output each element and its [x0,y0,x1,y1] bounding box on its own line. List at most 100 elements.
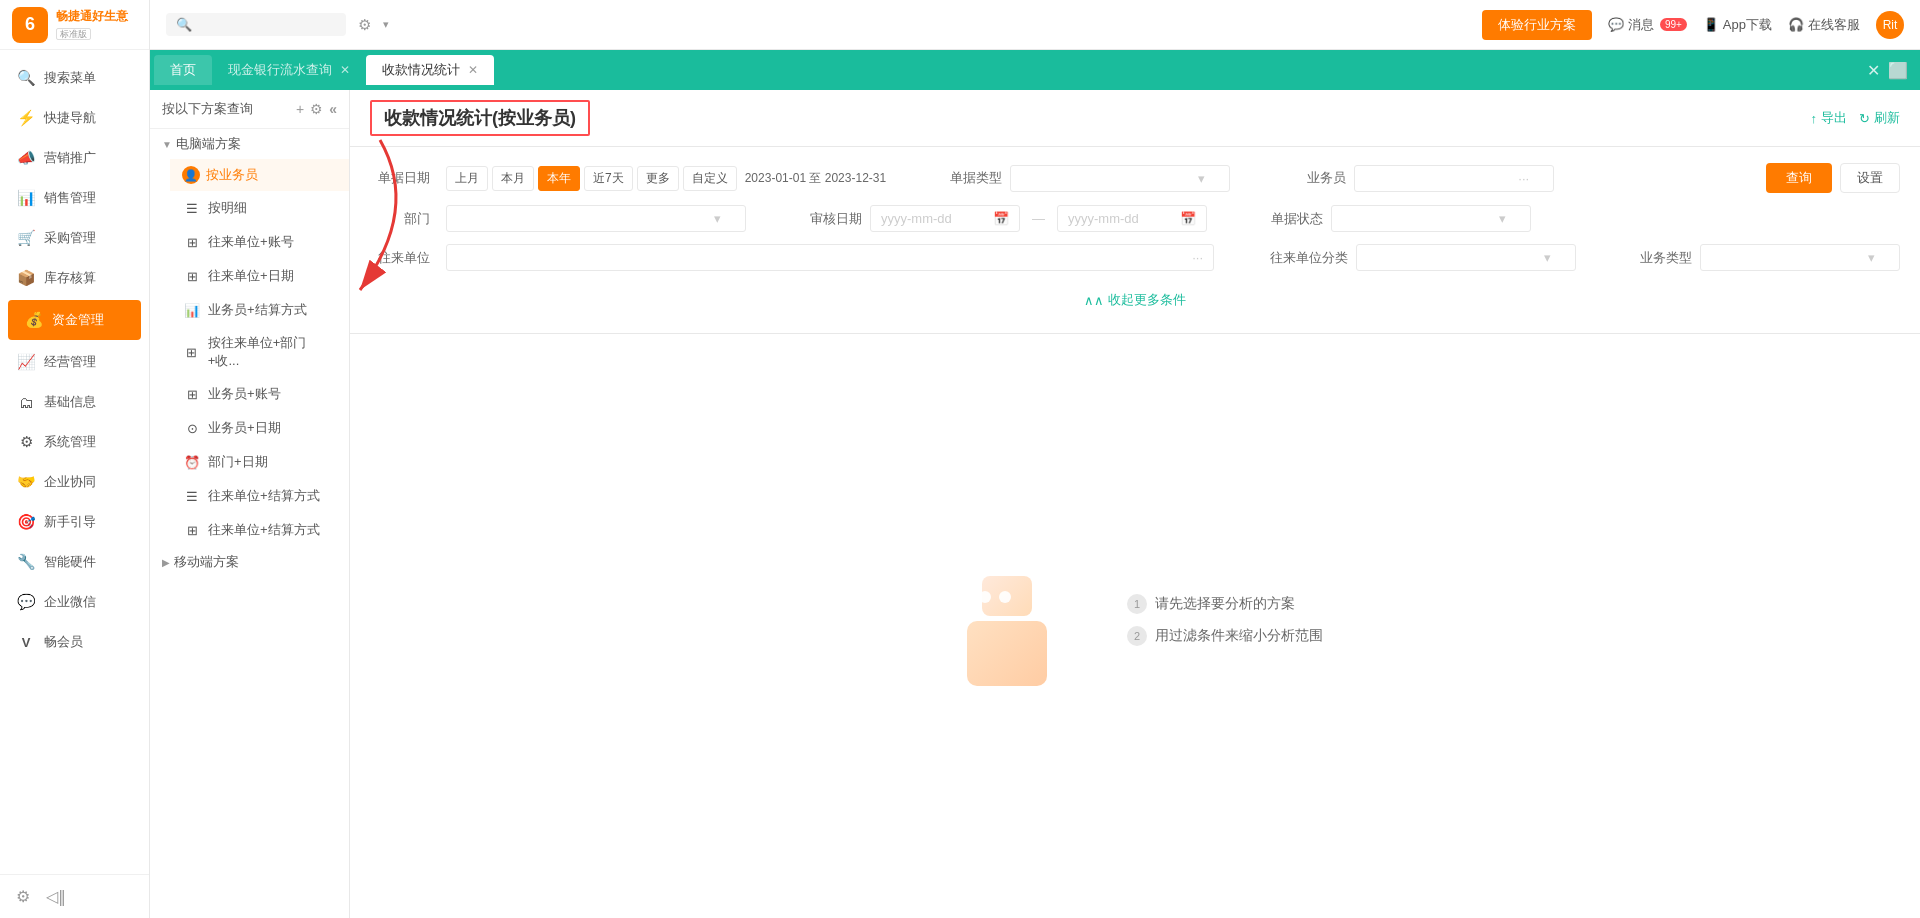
tree-item-unit-account[interactable]: ⊞ 往来单位+账号 [170,225,349,259]
topbar-dropdown-arrow[interactable]: ▾ [383,18,389,31]
step-num-1: 1 [1127,594,1147,614]
date-btn-7days[interactable]: 近7天 [584,166,633,191]
export-button[interactable]: ↑ 导出 [1811,109,1848,127]
sidebar-item-guide[interactable]: 🎯 新手引导 [0,502,149,542]
tree-label-unit-dept: 按往来单位+部门+收... [208,334,337,370]
tab-home[interactable]: 首页 [154,55,212,85]
tab-receivables-close[interactable]: ✕ [468,63,478,77]
review-date-end[interactable]: yyyy-mm-dd 📅 [1057,205,1207,232]
tree-item-detail[interactable]: ☰ 按明细 [170,191,349,225]
tree-icon-detail: ☰ [182,198,202,218]
app-name-area: 畅捷通好生意 标准版 [56,8,128,41]
topbar-search[interactable]: 🔍 [166,13,346,36]
tree-item-unit-date[interactable]: ⊞ 往来单位+日期 [170,259,349,293]
marketing-icon: 📣 [16,148,36,168]
tab-bank-flow-label: 现金银行流水查询 [228,61,332,79]
date-btn-last-month[interactable]: 上月 [446,166,488,191]
app-download-action[interactable]: 📱 App下载 [1703,16,1772,34]
counterpart-label: 往来单位 [370,249,430,267]
tree-item-salesperson-date[interactable]: ⊙ 业务员+日期 [170,411,349,445]
tree-icon-unit-account: ⊞ [182,232,202,252]
tab-receivables-label: 收款情况统计 [382,61,460,79]
sidebar-item-wechat[interactable]: 💬 企业微信 [0,582,149,622]
collapse-panel-icon[interactable]: « [329,101,337,117]
maximize-window-icon[interactable]: ⬜ [1888,61,1908,80]
business-type-select[interactable]: ▾ [1700,244,1900,271]
settings-scheme-icon[interactable]: ⚙ [310,101,323,117]
inventory-icon: 📦 [16,268,36,288]
date-btn-this-month[interactable]: 本月 [492,166,534,191]
settings-footer-icon[interactable]: ⚙ [16,887,30,906]
query-button[interactable]: 查询 [1766,163,1832,193]
refresh-button[interactable]: ↻ 刷新 [1859,109,1900,127]
voucher-type-group: 单据类型 ▾ [942,165,1230,192]
section-pc[interactable]: ▼ 电脑端方案 [150,129,349,159]
date-btn-more[interactable]: 更多 [637,166,679,191]
empty-robot-illustration [947,566,1067,686]
robot-eye-left [979,591,991,603]
tab-receivables[interactable]: 收款情况统计 ✕ [366,55,494,85]
basic-icon: 🗂 [16,392,36,412]
sidebar-item-operations[interactable]: 📈 经营管理 [0,342,149,382]
sidebar-item-purchase[interactable]: 🛒 采购管理 [0,218,149,258]
date-range-display: 2023-01-01 至 2023-12-31 [745,170,886,187]
add-scheme-icon[interactable]: + [296,101,304,117]
salesperson-label: 业务员 [1286,169,1346,187]
sidebar-label-member: 畅会员 [44,633,83,651]
content-area: 按以下方案查询 + ⚙ « ▼ 电脑端方案 👤 按业务员 ☰ 按 [150,90,1920,918]
sidebar-item-system[interactable]: ⚙ 系统管理 [0,422,149,462]
salesperson-select[interactable]: ··· [1354,165,1554,192]
operations-icon: 📈 [16,352,36,372]
date-btn-this-year[interactable]: 本年 [538,166,580,191]
user-avatar[interactable]: Rit [1876,11,1904,39]
section-arrow-pc: ▼ [162,139,172,150]
counterpart-category-select[interactable]: ▾ [1356,244,1576,271]
sidebar-item-hardware[interactable]: 🔧 智能硬件 [0,542,149,582]
tree-item-unit-payment1[interactable]: ☰ 往来单位+结算方式 [170,479,349,513]
filter-settings-button[interactable]: 设置 [1840,163,1900,193]
sidebar-label-hardware: 智能硬件 [44,553,96,571]
empty-content: 1 请先选择要分析的方案 2 用过滤条件来缩小分析范围 [947,566,1323,686]
refresh-icon: ↻ [1859,111,1870,126]
tree-item-salesperson-account[interactable]: ⊞ 业务员+账号 [170,377,349,411]
voucher-status-select[interactable]: ▾ [1331,205,1531,232]
trial-button[interactable]: 体验行业方案 [1482,10,1592,40]
sidebar-item-finance[interactable]: 💰 资金管理 [8,300,141,340]
tab-bank-flow-close[interactable]: ✕ [340,63,350,77]
counterpart-input[interactable]: ··· [446,244,1214,271]
sidebar-item-basic[interactable]: 🗂 基础信息 [0,382,149,422]
search-icon: 🔍 [16,68,36,88]
dept-select[interactable]: ▾ [446,205,746,232]
filter-row-2: 部门 ▾ 审核日期 yyyy-mm-dd 📅 — yyyy-mm-dd [370,205,1900,232]
collapse-sidebar-icon[interactable]: ◁‖ [46,887,66,906]
tree-item-salesperson-payment[interactable]: 📊 业务员+结算方式 [170,293,349,327]
sidebar-item-member[interactable]: V 畅会员 [0,622,149,662]
tabbar: 首页 现金银行流水查询 ✕ 收款情况统计 ✕ ✕ ⬜ [150,50,1920,90]
sidebar-item-company[interactable]: 🤝 企业协同 [0,462,149,502]
online-service-action[interactable]: 🎧 在线客服 [1788,16,1860,34]
topbar-gear-icon[interactable]: ⚙ [358,16,371,34]
close-window-icon[interactable]: ✕ [1867,61,1880,80]
tree-item-by-salesperson[interactable]: 👤 按业务员 [170,159,349,191]
tab-bank-flow[interactable]: 现金银行流水查询 ✕ [212,55,366,85]
section-mobile[interactable]: ▶ 移动端方案 [150,547,349,577]
service-icon: 🎧 [1788,17,1804,32]
collapse-filter-button[interactable]: ∧∧ 收起更多条件 [370,283,1900,317]
tree-item-dept-date[interactable]: ⏰ 部门+日期 [170,445,349,479]
review-date-start[interactable]: yyyy-mm-dd 📅 [870,205,1020,232]
sidebar-item-quick[interactable]: ⚡ 快捷导航 [0,98,149,138]
sidebar-item-search[interactable]: 🔍 搜索菜单 [0,58,149,98]
sidebar-item-marketing[interactable]: 📣 营销推广 [0,138,149,178]
tree-icon-salesperson-date: ⊙ [182,418,202,438]
tree-item-unit-payment2[interactable]: ⊞ 往来单位+结算方式 [170,513,349,547]
date-btn-custom[interactable]: 自定义 [683,166,737,191]
member-icon: V [16,632,36,652]
sidebar-item-sales[interactable]: 📊 销售管理 [0,178,149,218]
messages-action[interactable]: 💬 消息 99+ [1608,16,1687,34]
sidebar-item-inventory[interactable]: 📦 库存核算 [0,258,149,298]
calendar-icon-end: 📅 [1180,211,1196,226]
counterpart-category-label: 往来单位分类 [1270,249,1348,267]
tree-item-unit-dept[interactable]: ⊞ 按往来单位+部门+收... [170,327,349,377]
voucher-type-select[interactable]: ▾ [1010,165,1230,192]
app-edition: 标准版 [56,28,91,40]
